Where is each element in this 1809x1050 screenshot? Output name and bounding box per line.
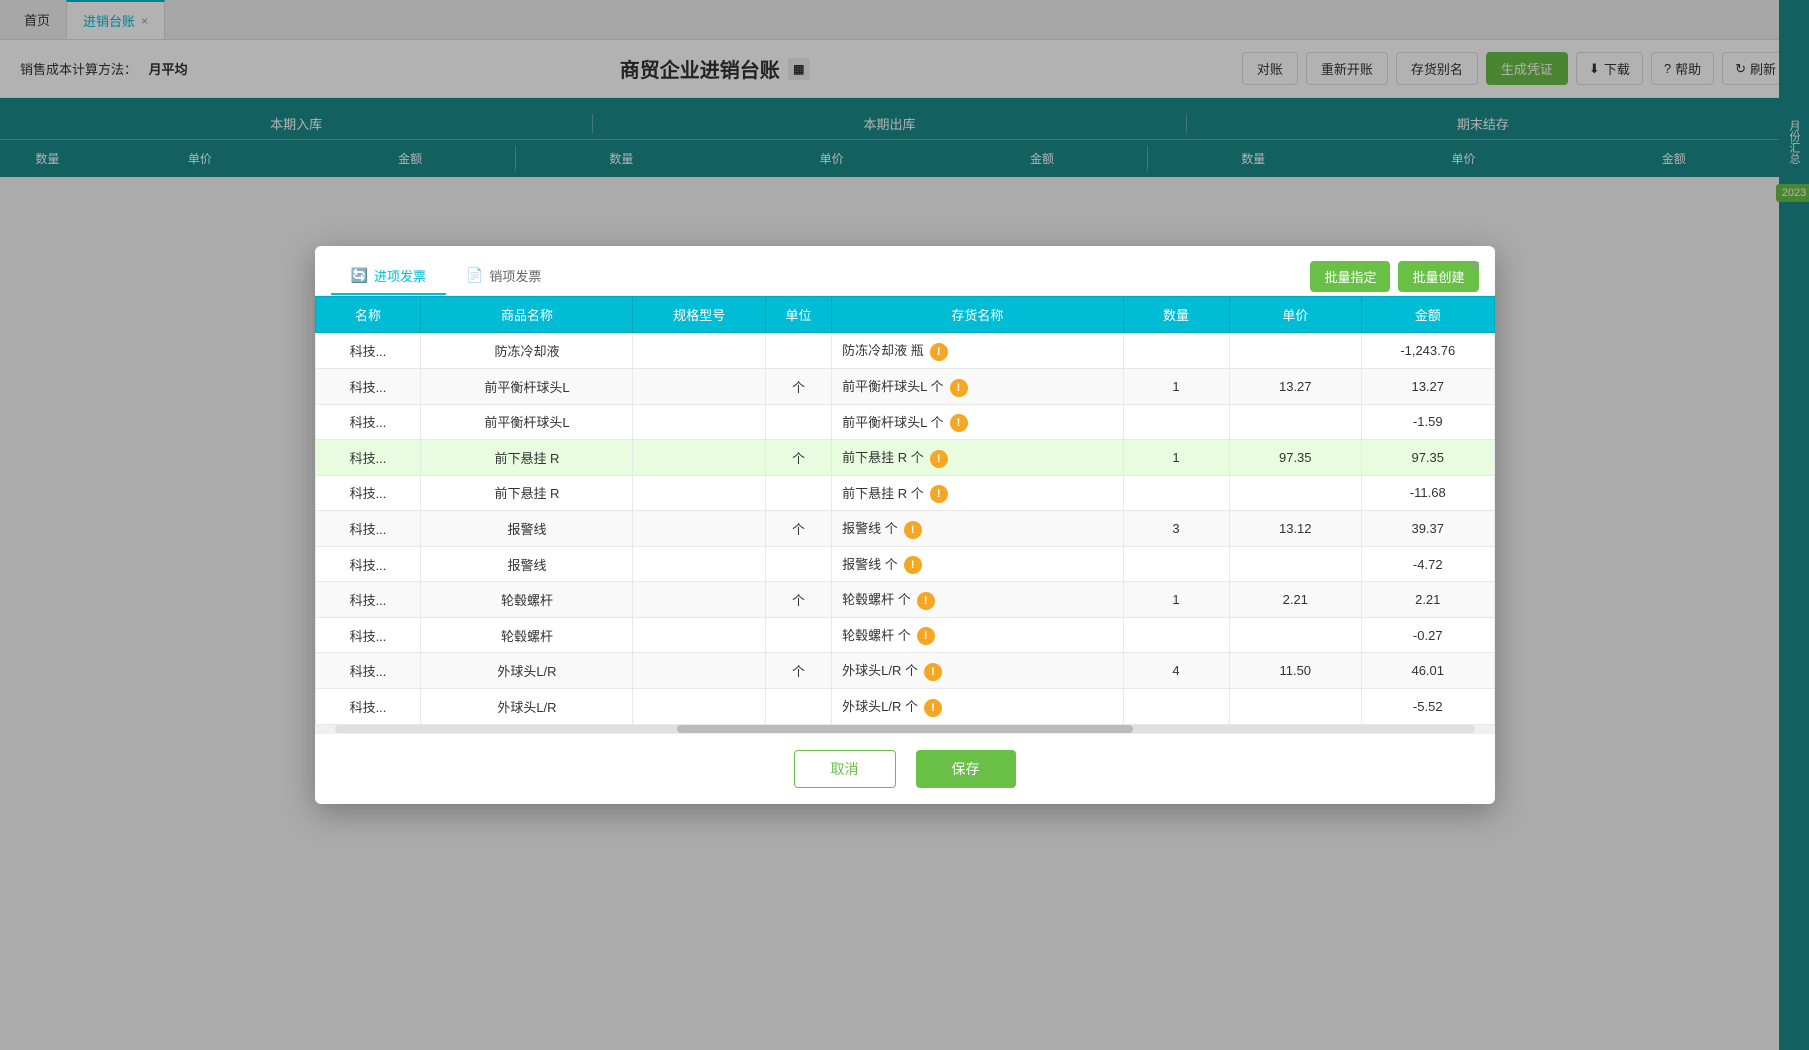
scrollbar-hint <box>315 725 1495 733</box>
invoice-table: 名称 商品名称 规格型号 单位 存货名称 数量 单价 金额 科技...防冻冷却液… <box>315 296 1495 724</box>
col-unit: 单位 <box>765 297 831 333</box>
warning-icon[interactable]: ! <box>924 663 942 681</box>
dialog: 🔄 进项发票 📄 销项发票 批量指定 批量创建 × 名称 商品 <box>315 246 1495 803</box>
col-spec: 规格型号 <box>633 297 765 333</box>
table-row[interactable]: 科技...前平衡杆球头L前平衡杆球头L 个!-1.59 <box>315 404 1494 440</box>
table-row[interactable]: 科技...前下悬挂 R前下悬挂 R 个!-11.68 <box>315 475 1494 511</box>
tab-purchase-invoice[interactable]: 🔄 进项发票 <box>331 258 446 295</box>
batch-assign-button[interactable]: 批量指定 <box>1310 261 1390 292</box>
warning-icon[interactable]: ! <box>950 414 968 432</box>
warning-icon[interactable]: ! <box>930 343 948 361</box>
col-product-name: 商品名称 <box>421 297 633 333</box>
table-row[interactable]: 科技...前下悬挂 R个前下悬挂 R 个!197.3597.35 <box>315 440 1494 476</box>
sales-tab-icon: 📄 <box>466 267 483 284</box>
dialog-overlay: 🔄 进项发票 📄 销项发票 批量指定 批量创建 × 名称 商品 <box>0 0 1809 1050</box>
warning-icon[interactable]: ! <box>924 699 942 717</box>
col-name: 名称 <box>315 297 421 333</box>
warning-icon[interactable]: ! <box>917 592 935 610</box>
dialog-tabs: 🔄 进项发票 📄 销项发票 <box>331 258 562 295</box>
cancel-button[interactable]: 取消 <box>794 750 896 788</box>
table-row[interactable]: 科技...外球头L/R个外球头L/R 个!411.5046.01 <box>315 653 1494 689</box>
table-row[interactable]: 科技...前平衡杆球头L个前平衡杆球头L 个!113.2713.27 <box>315 368 1494 404</box>
table-row[interactable]: 科技...报警线个报警线 个!313.1239.37 <box>315 511 1494 547</box>
purchase-tab-icon: 🔄 <box>351 267 368 284</box>
save-button[interactable]: 保存 <box>916 750 1016 788</box>
col-inventory-name: 存货名称 <box>832 297 1123 333</box>
warning-icon[interactable]: ! <box>904 556 922 574</box>
table-row[interactable]: 科技...防冻冷却液防冻冷却液 瓶!-1,243.76 <box>315 333 1494 369</box>
warning-icon[interactable]: ! <box>950 379 968 397</box>
dialog-body: 名称 商品名称 规格型号 单位 存货名称 数量 单价 金额 科技...防冻冷却液… <box>315 296 1495 724</box>
dialog-header: 🔄 进项发票 📄 销项发票 批量指定 批量创建 × <box>315 246 1495 296</box>
batch-create-button[interactable]: 批量创建 <box>1398 261 1478 292</box>
table-row[interactable]: 科技...轮毂螺杆个轮毂螺杆 个!12.212.21 <box>315 582 1494 618</box>
warning-icon[interactable]: ! <box>917 627 935 645</box>
table-row[interactable]: 科技...外球头L/R外球头L/R 个!-5.52 <box>315 689 1494 725</box>
warning-icon[interactable]: ! <box>904 521 922 539</box>
col-quantity: 数量 <box>1123 297 1229 333</box>
dialog-close-button[interactable]: × <box>1470 256 1481 277</box>
tab-sales-invoice[interactable]: 📄 销项发票 <box>446 258 561 295</box>
warning-icon[interactable]: ! <box>930 485 948 503</box>
table-row[interactable]: 科技...报警线报警线 个!-4.72 <box>315 546 1494 582</box>
col-amount: 金额 <box>1362 297 1495 333</box>
warning-icon[interactable]: ! <box>930 450 948 468</box>
table-row[interactable]: 科技...轮毂螺杆轮毂螺杆 个!-0.27 <box>315 617 1494 653</box>
dialog-footer: 取消 保存 <box>315 733 1495 804</box>
col-unit-price: 单价 <box>1229 297 1361 333</box>
dialog-actions: 批量指定 批量创建 <box>1310 261 1478 292</box>
